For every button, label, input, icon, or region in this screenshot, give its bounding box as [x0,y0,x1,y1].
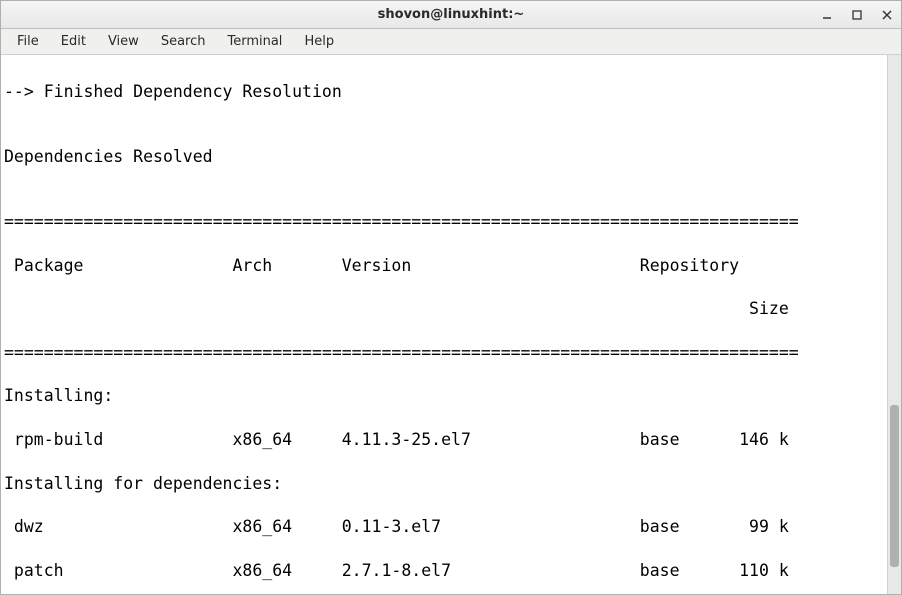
terminal-line: ========================================… [4,342,884,364]
scrollbar-thumb[interactable] [890,405,899,567]
terminal-output[interactable]: --> Finished Dependency Resolution Depen… [1,55,887,594]
menu-edit[interactable]: Edit [51,31,96,52]
terminal-area: --> Finished Dependency Resolution Depen… [1,55,901,594]
close-button[interactable] [879,7,895,23]
window-titlebar: shovon@linuxhint:~ [1,1,901,29]
section-header: Installing: [4,385,884,407]
menu-terminal[interactable]: Terminal [217,31,292,52]
menu-file[interactable]: File [7,31,49,52]
section-header: Installing for dependencies: [4,473,884,495]
maximize-icon [852,10,862,20]
minimize-button[interactable] [819,7,835,23]
terminal-line: ========================================… [4,211,884,233]
terminal-line: --> Finished Dependency Resolution [4,81,884,103]
table-header: Size [4,298,884,320]
minimize-icon [822,10,832,20]
menubar: File Edit View Search Terminal Help [1,29,901,55]
window-controls [819,7,895,23]
menu-search[interactable]: Search [151,31,216,52]
maximize-button[interactable] [849,7,865,23]
terminal-line: Dependencies Resolved [4,146,884,168]
table-row: rpm-build x86_64 4.11.3-25.el7 base 146 … [4,429,884,451]
close-icon [882,10,892,20]
table-header: Package Arch Version Repository [4,255,884,277]
table-row: dwz x86_64 0.11-3.el7 base 99 k [4,516,884,538]
menu-view[interactable]: View [98,31,149,52]
table-row: patch x86_64 2.7.1-8.el7 base 110 k [4,560,884,582]
scrollbar[interactable] [887,55,901,594]
window-title: shovon@linuxhint:~ [378,7,525,22]
menu-help[interactable]: Help [294,31,344,52]
